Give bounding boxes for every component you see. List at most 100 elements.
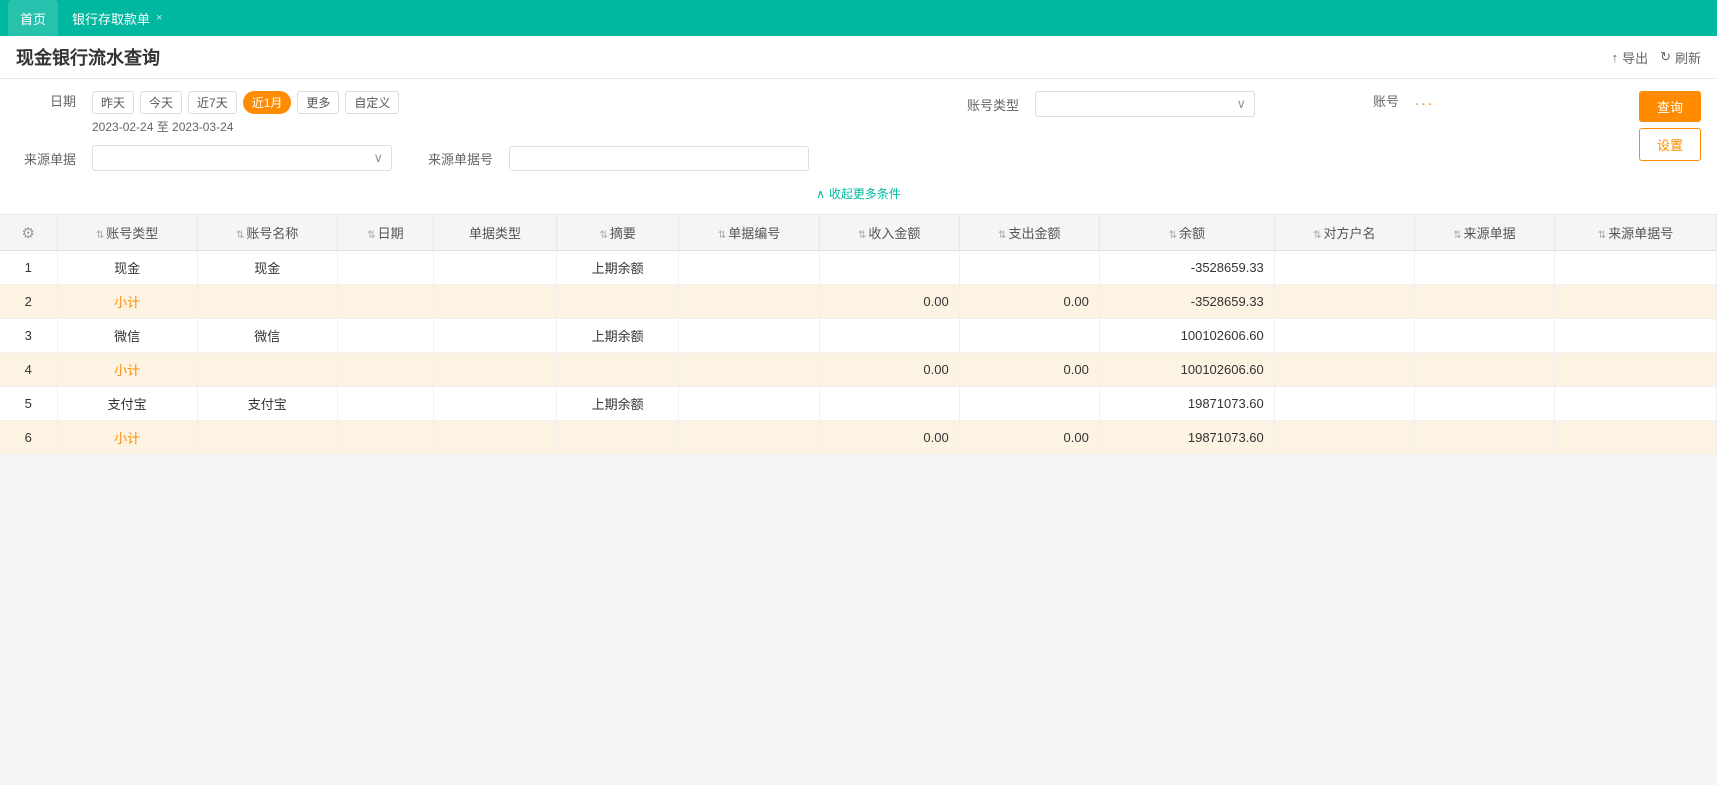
col-header-balance[interactable]: ⇅余额 <box>1099 215 1274 251</box>
refresh-button[interactable]: ↻ 刷新 <box>1660 48 1701 67</box>
table-cell <box>679 251 819 285</box>
table-cell: 上期余额 <box>556 251 679 285</box>
table-cell: 0.00 <box>819 353 959 387</box>
sort-icon-income: ⇅ <box>858 230 866 241</box>
table-cell: 19871073.60 <box>1099 421 1274 455</box>
nav-tab-银行存取款单[interactable]: 银行存取款单 × <box>60 0 200 36</box>
table-cell <box>337 387 433 421</box>
export-button[interactable]: ↑ 导出 <box>1612 48 1649 67</box>
query-button[interactable]: 查询 <box>1639 91 1701 122</box>
table-cell <box>1414 285 1554 319</box>
action-buttons: 查询 设置 <box>1639 91 1701 161</box>
date-option-更多[interactable]: 更多 <box>297 91 339 114</box>
col-header-source_doc_no[interactable]: ⇅来源单据号 <box>1555 215 1717 251</box>
table-cell: 微信 <box>57 319 197 353</box>
account-type-select[interactable]: ∨ <box>1035 91 1255 117</box>
nav-tab-label: 银行存取款单 <box>72 9 150 28</box>
sort-icon-balance: ⇅ <box>1169 230 1177 241</box>
table-cell: -3528659.33 <box>1099 251 1274 285</box>
table-settings-icon[interactable]: ⚙ <box>22 225 35 242</box>
table-cell <box>679 319 819 353</box>
source-doc-select[interactable]: ∨ <box>92 145 392 171</box>
sort-icon-doc_no: ⇅ <box>718 230 726 241</box>
sort-icon-summary: ⇅ <box>599 230 607 241</box>
col-header-summary[interactable]: ⇅摘要 <box>556 215 679 251</box>
sort-icon-source_doc_no: ⇅ <box>1598 230 1606 241</box>
table-cell: 2 <box>0 285 57 319</box>
table-row: 6小计0.000.0019871073.60 <box>0 421 1717 455</box>
refresh-icon: ↻ <box>1660 49 1671 65</box>
date-option-自定义[interactable]: 自定义 <box>345 91 399 114</box>
date-option-近1月[interactable]: 近1月 <box>243 91 292 114</box>
collapse-bar[interactable]: ∧ 收起更多条件 <box>16 185 1701 202</box>
date-option-昨天[interactable]: 昨天 <box>92 91 134 114</box>
table-cell <box>556 421 679 455</box>
col-header-expense[interactable]: ⇅支出金额 <box>959 215 1099 251</box>
table-cell: 上期余额 <box>556 387 679 421</box>
table-cell <box>197 285 337 319</box>
table-cell <box>1555 319 1717 353</box>
table-cell: 0.00 <box>819 285 959 319</box>
table-cell: -3528659.33 <box>1099 285 1274 319</box>
top-navigation: 首页 收款单×付款单×其他收入单×应收应付调整单×银行存取款单×预收冲应收单×收… <box>0 0 1717 36</box>
close-tab-icon[interactable]: × <box>156 12 162 24</box>
table-row: 3微信微信上期余额100102606.60 <box>0 319 1717 353</box>
table-cell <box>197 421 337 455</box>
table-cell <box>1414 353 1554 387</box>
nav-tabs: 收款单×付款单×其他收入单×应收应付调整单×银行存取款单×预收冲应收单×收款核销… <box>60 0 200 36</box>
sort-icon-source_doc: ⇅ <box>1453 230 1461 241</box>
date-filter-label: 日期 <box>16 91 76 110</box>
table-cell <box>959 251 1099 285</box>
page-header: 现金银行流水查询 ↑ 导出 ↻ 刷新 <box>0 36 1717 79</box>
table-cell <box>337 319 433 353</box>
date-option-今天[interactable]: 今天 <box>140 91 182 114</box>
source-doc-no-input[interactable] <box>509 146 809 171</box>
col-header-source_doc[interactable]: ⇅来源单据 <box>1414 215 1554 251</box>
settings-button[interactable]: 设置 <box>1639 128 1701 161</box>
col-header-counterparty[interactable]: ⇅对方户名 <box>1274 215 1414 251</box>
table-cell <box>819 251 959 285</box>
table-cell: 100102606.60 <box>1099 353 1274 387</box>
table-cell: 6 <box>0 421 57 455</box>
table-cell <box>1555 251 1717 285</box>
account-dots-button[interactable]: ... <box>1415 92 1434 110</box>
col-header-date[interactable]: ⇅日期 <box>337 215 433 251</box>
table-row: 5支付宝支付宝上期余额19871073.60 <box>0 387 1717 421</box>
table-cell <box>434 285 557 319</box>
nav-home[interactable]: 首页 <box>8 0 58 36</box>
table-cell: 100102606.60 <box>1099 319 1274 353</box>
col-header-account_name[interactable]: ⇅账号名称 <box>197 215 337 251</box>
date-option-近7天[interactable]: 近7天 <box>188 91 237 114</box>
table-cell: 19871073.60 <box>1099 387 1274 421</box>
collapse-label: 收起更多条件 <box>829 185 901 202</box>
table-cell <box>1414 319 1554 353</box>
col-header-account_type[interactable]: ⇅账号类型 <box>57 215 197 251</box>
table-cell: 现金 <box>197 251 337 285</box>
header-actions: ↑ 导出 ↻ 刷新 <box>1612 48 1701 67</box>
table-cell: 5 <box>0 387 57 421</box>
table-cell: 1 <box>0 251 57 285</box>
table-wrapper: ⚙⇅账号类型⇅账号名称⇅日期单据类型⇅摘要⇅单据编号⇅收入金额⇅支出金额⇅余额⇅… <box>0 215 1717 455</box>
table-cell <box>1274 387 1414 421</box>
table-cell <box>1555 285 1717 319</box>
table-cell: 0.00 <box>959 353 1099 387</box>
table-row: 2小计0.000.00-3528659.33 <box>0 285 1717 319</box>
table-cell: 上期余额 <box>556 319 679 353</box>
source-doc-arrow-icon: ∨ <box>373 150 383 166</box>
table-cell: 现金 <box>57 251 197 285</box>
table-cell <box>337 353 433 387</box>
col-header-income[interactable]: ⇅收入金额 <box>819 215 959 251</box>
sort-icon-expense: ⇅ <box>998 230 1006 241</box>
source-doc-no-label: 来源单据号 <box>428 149 493 168</box>
table-cell: 小计 <box>57 421 197 455</box>
data-table: ⚙⇅账号类型⇅账号名称⇅日期单据类型⇅摘要⇅单据编号⇅收入金额⇅支出金额⇅余额⇅… <box>0 215 1717 455</box>
table-cell <box>679 421 819 455</box>
filter-area: 日期 昨天今天近7天近1月更多自定义 2023-02-24 至 2023-03-… <box>0 79 1717 215</box>
table-cell <box>337 285 433 319</box>
table-row: 4小计0.000.00100102606.60 <box>0 353 1717 387</box>
col-header-doc_no[interactable]: ⇅单据编号 <box>679 215 819 251</box>
table-cell <box>679 285 819 319</box>
col-header-settings: ⚙ <box>0 215 57 251</box>
date-range-display: 2023-02-24 至 2023-03-24 <box>92 118 399 135</box>
export-label: 导出 <box>1622 48 1648 67</box>
